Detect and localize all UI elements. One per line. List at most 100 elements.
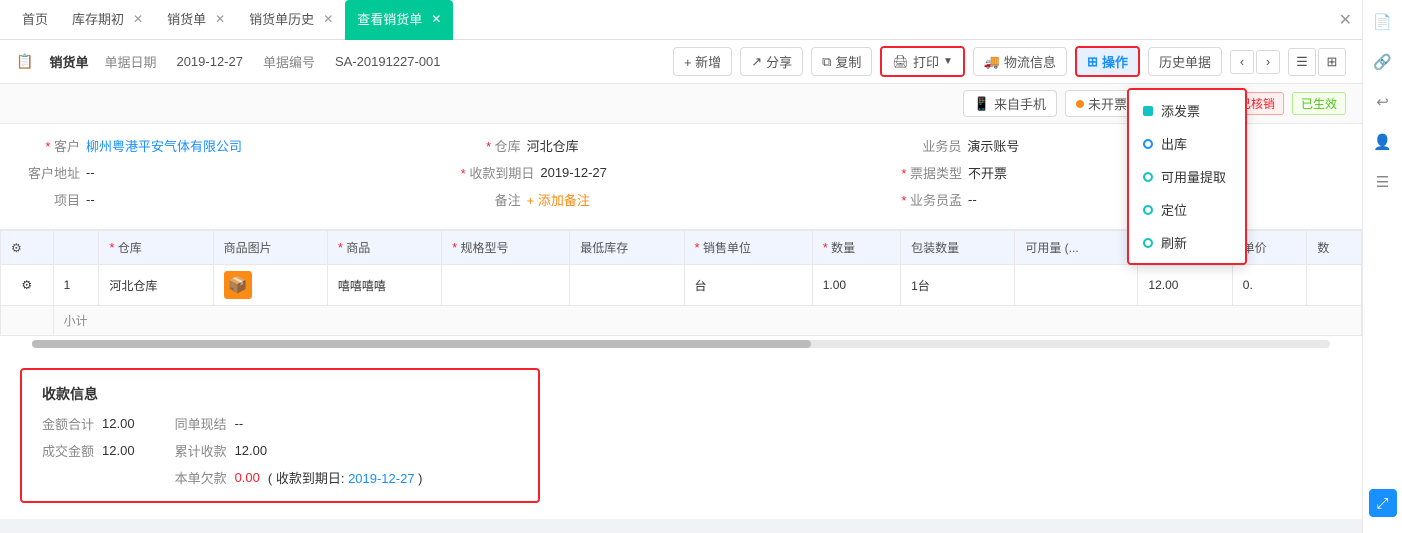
tab-home[interactable]: 首页 <box>10 0 60 40</box>
project-field: 项目 -- <box>20 190 461 209</box>
tab-sales[interactable]: 销货单 ✕ <box>155 0 237 40</box>
dropdown-add-invoice[interactable]: 添发票 <box>1129 94 1245 127</box>
payment-date-label: 收款到期日 <box>461 163 535 182</box>
doc-header: 📋 销货单 单据日期 2019-12-27 单据编号 SA-20191227-0… <box>0 40 1362 84</box>
cumulative-label: 累计收款 <box>175 441 227 460</box>
view-buttons: ☰ ⊞ <box>1288 48 1346 76</box>
right-icon-expand[interactable]: ⤢ <box>1369 489 1397 517</box>
doc-actions: + 新增 ↗ 分享 ⧉ 复制 🖨 打印 ▼ 🚚 物流信息 ⊞ 操作 <box>673 46 1346 77</box>
phone-icon: 📱 <box>974 96 990 112</box>
row-num: 1 <box>53 265 99 306</box>
warehouse-field: 仓库 河北仓库 <box>461 136 902 155</box>
date-label: 单据日期 <box>104 52 156 71</box>
row-spec <box>442 265 570 306</box>
col-warehouse: * 仓库 <box>99 231 213 265</box>
owed-note: ( 收款到期日: 2019-12-27 ) <box>268 468 423 487</box>
right-icon-list[interactable]: ☰ <box>1369 168 1397 196</box>
owed-label: 本单欠款 <box>175 468 227 487</box>
share-button[interactable]: ↗ 分享 <box>740 47 803 76</box>
print-icon: 🖨 <box>892 54 909 70</box>
nav-arrows: ‹ › <box>1230 50 1280 74</box>
payment-date-field: 收款到期日 2019-12-27 <box>461 163 902 182</box>
table-row: ⚙ 1 河北仓库 📦 嘻嘻嘻嘻 台 1.00 1台 12.00 <box>1 265 1362 306</box>
tab-view-sales[interactable]: 查看销货单 ✕ <box>345 0 453 40</box>
amount-total-value: 12.00 <box>102 416 135 431</box>
ticket-field: 票据类型 不开票 <box>901 163 1342 182</box>
customer-value[interactable]: 柳州粤港平安气体有限公司 <box>86 136 242 155</box>
row-pack: 1台 <box>901 265 1015 306</box>
amount-total-label: 金额合计 <box>42 414 94 433</box>
deal-amount-row: 成交金额 12.00 <box>42 441 135 460</box>
tab-close-inventory[interactable]: ✕ <box>133 12 143 26</box>
copy-button[interactable]: ⧉ 复制 <box>811 47 872 76</box>
print-dropdown-icon: ▼ <box>943 56 953 67</box>
copy-icon: ⧉ <box>822 54 831 70</box>
col-product: * 商品 <box>327 231 441 265</box>
sales-staff-label: 业务员孟 <box>901 190 962 209</box>
available-qty-icon <box>1143 172 1153 182</box>
address-value: -- <box>86 165 95 180</box>
from-phone-btn[interactable]: 📱 来自手机 <box>963 90 1057 117</box>
prev-arrow[interactable]: ‹ <box>1230 50 1254 74</box>
dropdown-refresh[interactable]: 刷新 <box>1129 226 1245 259</box>
right-icon-doc[interactable]: 📄 <box>1369 8 1397 36</box>
col-num <box>53 231 99 265</box>
list-view-btn[interactable]: ☰ <box>1288 48 1316 76</box>
truck-icon: 🚚 <box>984 54 1000 70</box>
dropdown-outbound[interactable]: 出库 <box>1129 127 1245 160</box>
bottom-section: 收款信息 金额合计 12.00 成交金额 12.00 同单现结 -- <box>0 352 1362 519</box>
staff-label: 业务员 <box>901 136 961 155</box>
subtotal-label-text: 小计 <box>53 306 1361 336</box>
row-gear[interactable]: ⚙ <box>1 265 54 306</box>
logistics-button[interactable]: 🚚 物流信息 <box>973 47 1067 76</box>
new-button[interactable]: + 新增 <box>673 47 732 76</box>
tab-close-view-sales[interactable]: ✕ <box>431 12 441 26</box>
customer-field: 客户 柳州粤港平安气体有限公司 <box>20 136 461 155</box>
print-button[interactable]: 🖨 打印 ▼ <box>880 46 964 77</box>
same-order-value: -- <box>235 416 244 431</box>
address-label: 客户地址 <box>20 163 80 182</box>
doc-icon: 📋 <box>16 53 33 70</box>
history-button[interactable]: 历史单据 <box>1148 47 1222 76</box>
right-icon-user[interactable]: 👤 <box>1369 128 1397 156</box>
row-min-stock <box>570 265 684 306</box>
outbound-icon <box>1143 139 1153 149</box>
deal-amount-value: 12.00 <box>102 443 135 458</box>
next-arrow[interactable]: › <box>1256 50 1280 74</box>
right-icon-refresh[interactable]: ↩ <box>1369 88 1397 116</box>
dropdown-available-qty[interactable]: 可用量提取 <box>1129 160 1245 193</box>
grid-view-btn[interactable]: ⊞ <box>1318 48 1346 76</box>
row-image: 📦 <box>213 265 327 306</box>
col-pack: 包装数量 <box>901 231 1015 265</box>
right-icon-link[interactable]: 🔗 <box>1369 48 1397 76</box>
row-stock: 12.00 <box>1138 265 1232 306</box>
cumulative-row: 累计收款 12.00 <box>175 441 423 460</box>
amount-total-row: 金额合计 12.00 <box>42 414 135 433</box>
col-extra: 数 <box>1307 231 1362 265</box>
close-button[interactable]: ✕ <box>1339 10 1352 30</box>
col-qty: * 数量 <box>812 231 900 265</box>
scroll-area[interactable] <box>0 336 1362 352</box>
info-col-right: 同单现结 -- 累计收款 12.00 本单欠款 0.00 ( 收款到期日: 20… <box>175 414 423 487</box>
row-extra <box>1307 265 1362 306</box>
row-available <box>1015 265 1138 306</box>
sales-staff-field: 业务员孟 -- <box>901 190 1342 209</box>
col-unit: * 销售单位 <box>684 231 812 265</box>
dropdown-location[interactable]: 定位 <box>1129 193 1245 226</box>
address-field: 客户地址 -- <box>20 163 461 182</box>
operate-button[interactable]: ⊞ 操作 <box>1075 46 1140 77</box>
owed-row: 本单欠款 0.00 ( 收款到期日: 2019-12-27 ) <box>175 468 423 487</box>
add-note-btn[interactable]: 添加备注 <box>527 190 590 209</box>
row-unit: 台 <box>684 265 812 306</box>
tab-history[interactable]: 销货单历史 ✕ <box>237 0 345 40</box>
cumulative-value: 12.00 <box>235 443 268 458</box>
date-value: 2019-12-27 <box>176 54 243 69</box>
col-image: 商品图片 <box>213 231 327 265</box>
tab-inventory[interactable]: 库存期初 ✕ <box>60 0 155 40</box>
note-field: 备注 添加备注 <box>461 190 902 209</box>
note-label: 备注 <box>461 190 521 209</box>
payment-date-value: 2019-12-27 <box>540 165 607 180</box>
tab-close-history[interactable]: ✕ <box>323 12 333 26</box>
dropdown-menu: 添发票 出库 可用量提取 定位 刷新 <box>1127 88 1247 265</box>
tab-close-sales[interactable]: ✕ <box>215 12 225 26</box>
